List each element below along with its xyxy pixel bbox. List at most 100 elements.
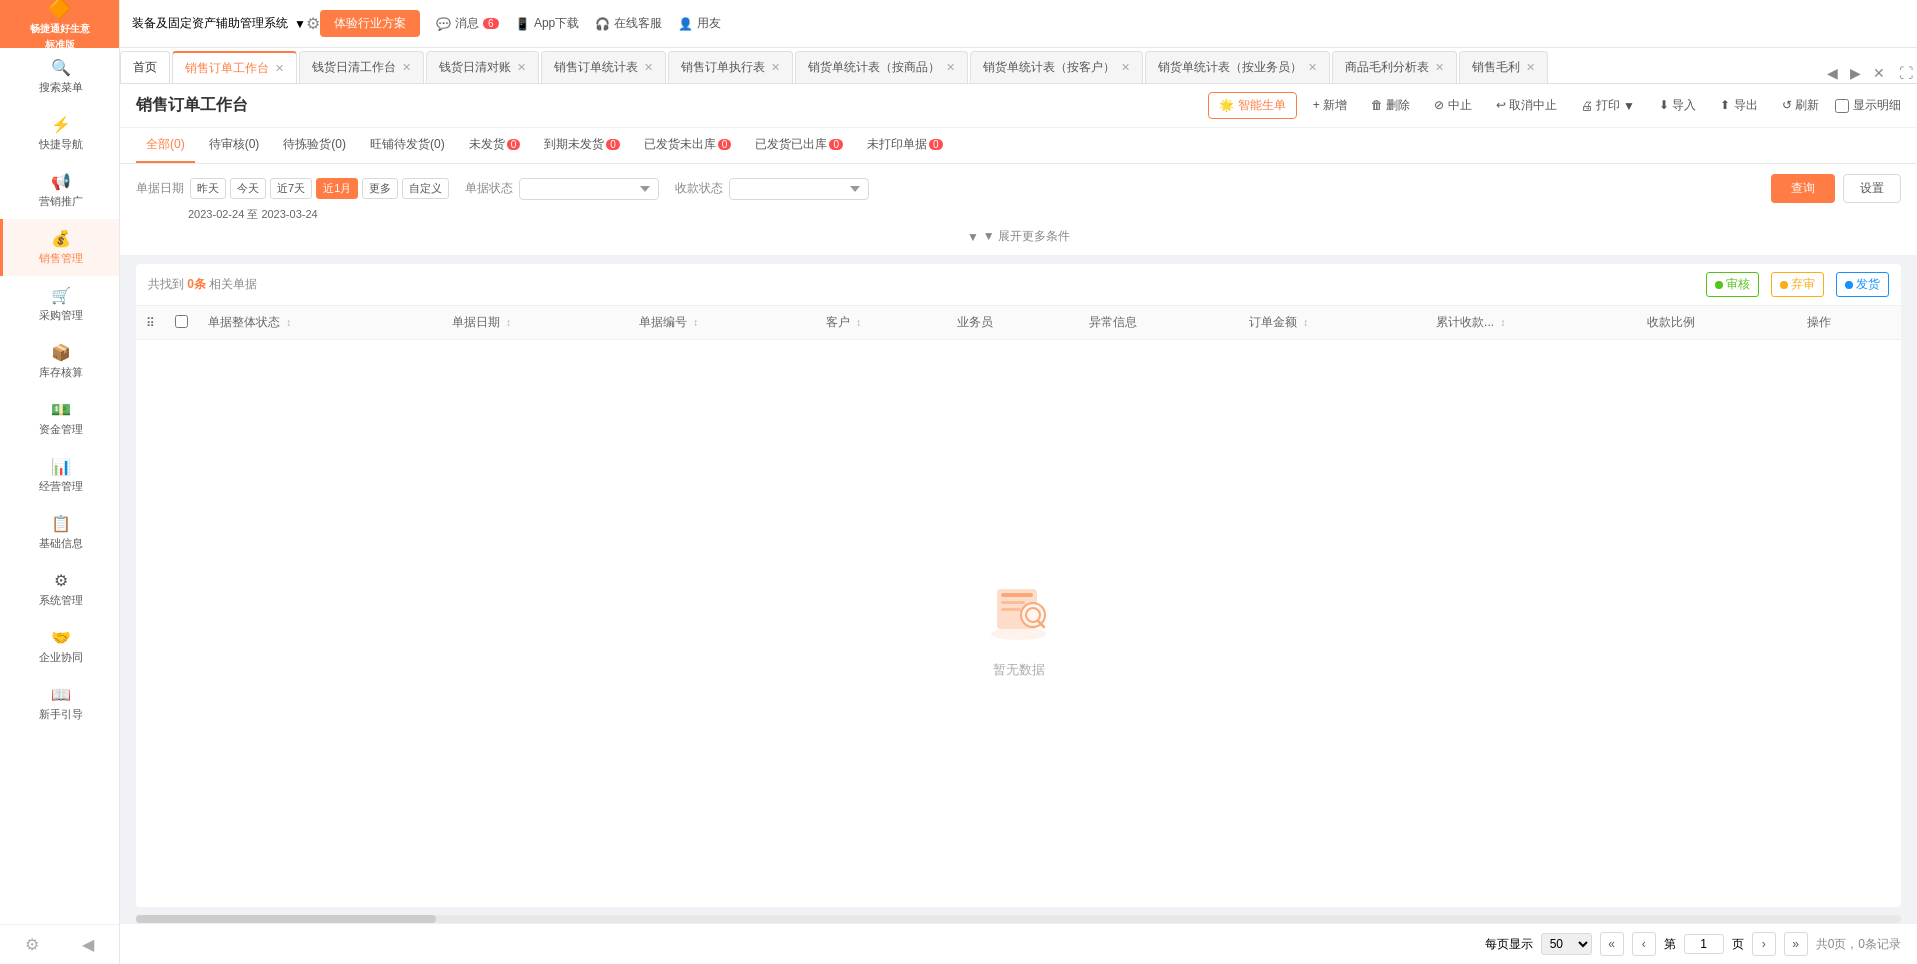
date-quick-btn-近1月[interactable]: 近1月 (316, 178, 358, 199)
payment-select[interactable] (729, 178, 869, 200)
next-page-btn[interactable]: › (1752, 932, 1776, 956)
tab-close-6[interactable]: ✕ (946, 61, 955, 74)
sidebar-item-新手引导[interactable]: 📖新手引导 (0, 675, 119, 732)
show-detail-toggle[interactable]: 显示明细 (1835, 97, 1901, 114)
tab-close-1[interactable]: ✕ (275, 62, 284, 75)
horizontal-scrollbar[interactable] (136, 915, 1901, 923)
message-btn[interactable]: 💬 消息 6 (436, 15, 499, 32)
page-input[interactable] (1684, 934, 1724, 954)
sidebar-item-icon-10: 🤝 (51, 628, 71, 647)
delete-btn[interactable]: 🗑 删除 (1363, 93, 1418, 118)
col-received: 累计收款... ↕ (1426, 306, 1637, 340)
date-quick-btn-今天[interactable]: 今天 (230, 178, 266, 199)
collapse-icon[interactable]: ◀ (82, 935, 94, 954)
sidebar-item-icon-6: 💵 (51, 400, 71, 419)
sub-tab-待拣验货[interactable]: 待拣验货(0) (273, 128, 356, 163)
sidebar-item-营销推广[interactable]: 📢营销推广 (0, 162, 119, 219)
sidebar-item-销售管理[interactable]: 💰销售管理 (0, 219, 119, 276)
sub-tab-全部[interactable]: 全部(0) (136, 128, 195, 163)
export-btn[interactable]: ⬆ 导出 (1712, 93, 1765, 118)
print-label: 打印 (1596, 97, 1620, 114)
headset-icon: 🎧 (595, 17, 610, 31)
tab-close-7[interactable]: ✕ (1121, 61, 1130, 74)
cancel-audit-btn[interactable]: 弃审 (1771, 272, 1824, 297)
first-page-btn[interactable]: « (1600, 932, 1624, 956)
tab-6[interactable]: 销货单统计表（按商品）✕ (795, 51, 968, 83)
sub-tab-旺铺待发货[interactable]: 旺铺待发货(0) (360, 128, 455, 163)
cancel-stop-btn[interactable]: ↩ 取消中止 (1488, 93, 1565, 118)
tab-2[interactable]: 钱货日清工作台✕ (299, 51, 424, 83)
smart-generate-btn[interactable]: 🌟 智能生单 (1208, 92, 1296, 119)
sidebar-item-搜索菜单[interactable]: 🔍搜索菜单 (0, 48, 119, 105)
sub-tab-已发货未出库[interactable]: 已发货未出库0 (634, 128, 742, 163)
tab-close-10[interactable]: ✕ (1526, 61, 1535, 74)
online-service-btn[interactable]: 🎧 在线客服 (595, 15, 662, 32)
sidebar-item-经营管理[interactable]: 📊经营管理 (0, 447, 119, 504)
tab-5[interactable]: 销售订单执行表✕ (668, 51, 793, 83)
add-btn[interactable]: + 新增 (1305, 93, 1355, 118)
page-size-select[interactable]: 50 10 20 100 (1541, 933, 1592, 955)
gear-icon[interactable]: ⚙ (306, 14, 320, 33)
stop-btn[interactable]: ⊘ 中止 (1426, 93, 1479, 118)
tab-close-9[interactable]: ✕ (1435, 61, 1444, 74)
tab-0[interactable]: 首页 (120, 51, 170, 83)
user-btn[interactable]: 👤 用友 (678, 15, 721, 32)
sidebar-item-采购管理[interactable]: 🛒采购管理 (0, 276, 119, 333)
sub-tab-未打印单据[interactable]: 未打印单据0 (857, 128, 953, 163)
query-btn[interactable]: 查询 (1771, 174, 1835, 203)
print-btn[interactable]: 🖨 打印 ▼ (1573, 93, 1643, 118)
tab-close-5[interactable]: ✕ (771, 61, 780, 74)
sidebar-item-企业协同[interactable]: 🤝企业协同 (0, 618, 119, 675)
select-all-checkbox[interactable] (175, 315, 188, 328)
tab-close-8[interactable]: ✕ (1308, 61, 1317, 74)
sidebar-item-快捷导航[interactable]: ⚡快捷导航 (0, 105, 119, 162)
pagination: 每页显示 50 10 20 100 « ‹ 第 页 › » 共0页，0条记录 (120, 923, 1917, 964)
status-select[interactable] (519, 178, 659, 200)
import-btn[interactable]: ⬇ 导入 (1651, 93, 1704, 118)
sidebar-item-资金管理[interactable]: 💵资金管理 (0, 390, 119, 447)
tab-9[interactable]: 商品毛利分析表✕ (1332, 51, 1457, 83)
tab-close-2[interactable]: ✕ (402, 61, 411, 74)
date-quick-btn-昨天[interactable]: 昨天 (190, 178, 226, 199)
tab-7[interactable]: 销货单统计表（按客户）✕ (970, 51, 1143, 83)
app-download-btn[interactable]: 📱 App下载 (515, 15, 579, 32)
setting-btn[interactable]: 设置 (1843, 174, 1901, 203)
sidebar-item-库存核算[interactable]: 📦库存核算 (0, 333, 119, 390)
sub-tab-未发货[interactable]: 未发货0 (459, 128, 531, 163)
ship-btn[interactable]: 发货 (1836, 272, 1889, 297)
tab-next-arrow[interactable]: ▶ (1846, 63, 1865, 83)
date-quick-btn-更多[interactable]: 更多 (362, 178, 398, 199)
print-icon: 🖨 (1581, 99, 1593, 113)
system-title[interactable]: 装备及固定资产辅助管理系统 ▼ (132, 15, 306, 32)
sidebar-item-系统管理[interactable]: ⚙系统管理 (0, 561, 119, 618)
sub-tab-到期未发货[interactable]: 到期未发货0 (534, 128, 630, 163)
scrollbar-thumb[interactable] (136, 915, 436, 923)
tab-8[interactable]: 销货单统计表（按业务员）✕ (1145, 51, 1330, 83)
expand-filter-btn[interactable]: ▼ ▼ 展开更多条件 (136, 228, 1901, 245)
date-quick-btn-近7天[interactable]: 近7天 (270, 178, 312, 199)
prev-page-btn[interactable]: ‹ (1632, 932, 1656, 956)
col-exception: 异常信息 (1079, 306, 1239, 340)
sidebar-item-基础信息[interactable]: 📋基础信息 (0, 504, 119, 561)
tab-10[interactable]: 销售毛利✕ (1459, 51, 1548, 83)
tab-1[interactable]: 销售订单工作台✕ (172, 51, 297, 83)
tab-fullscreen[interactable]: ⛶ (1895, 63, 1917, 83)
refresh-btn[interactable]: ↺ 刷新 (1774, 93, 1827, 118)
settings-icon[interactable]: ⚙ (25, 935, 39, 954)
sub-tab-待审核[interactable]: 待审核(0) (199, 128, 270, 163)
sidebar-item-label-4: 采购管理 (39, 308, 83, 323)
audit-btn[interactable]: 审核 (1706, 272, 1759, 297)
tab-prev-arrow[interactable]: ◀ (1823, 63, 1842, 83)
tab-4[interactable]: 销售订单统计表✕ (541, 51, 666, 83)
show-detail-checkbox[interactable] (1835, 99, 1849, 113)
last-page-btn[interactable]: » (1784, 932, 1808, 956)
date-quick-btn-自定义[interactable]: 自定义 (402, 178, 449, 199)
tab-close-all[interactable]: ✕ (1869, 63, 1889, 83)
sub-tab-badge-7: 0 (829, 139, 843, 150)
industry-btn[interactable]: 体验行业方案 (320, 10, 420, 37)
tab-close-4[interactable]: ✕ (644, 61, 653, 74)
sub-tab-label-0: 全部 (146, 137, 170, 151)
sub-tab-已发货已出库[interactable]: 已发货已出库0 (745, 128, 853, 163)
tab-close-3[interactable]: ✕ (517, 61, 526, 74)
tab-3[interactable]: 钱货日清对账✕ (426, 51, 539, 83)
